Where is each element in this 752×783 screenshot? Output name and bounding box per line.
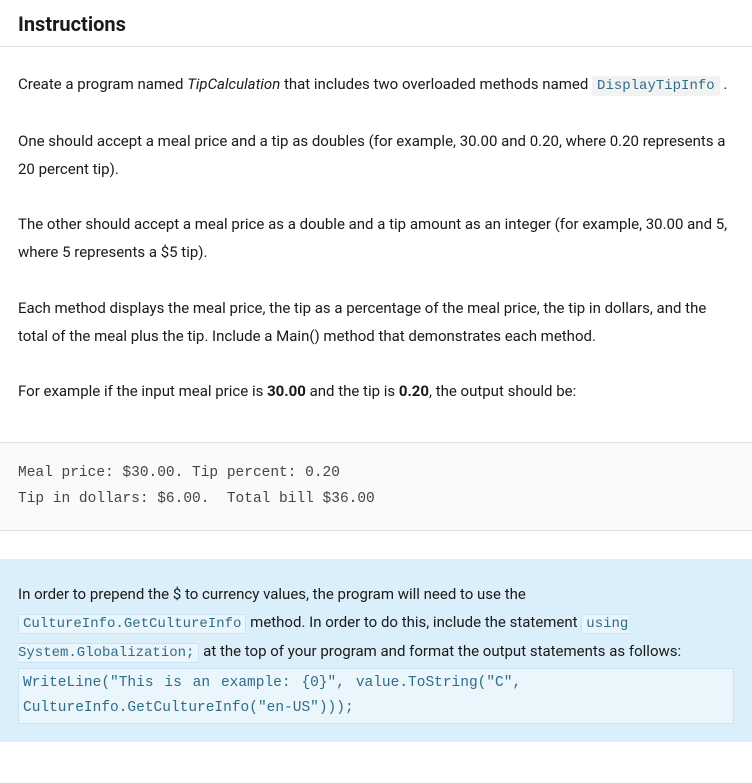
paragraph-4: Each method displays the meal price, the… bbox=[18, 295, 734, 351]
info-box: In order to prepend the $ to currency va… bbox=[0, 559, 752, 742]
text: For example if the input meal price is bbox=[18, 382, 267, 400]
bold-value: 0.20 bbox=[399, 382, 429, 400]
program-name: TipCalculation bbox=[187, 75, 280, 93]
info-paragraph: In order to prepend the $ to currency va… bbox=[18, 581, 734, 667]
text: method. In order to do this, include the… bbox=[246, 613, 581, 631]
example-output-code: Meal price: $30.00. Tip percent: 0.20 Ti… bbox=[18, 461, 734, 512]
info-code-line: WriteLine("This is an example: {0}", val… bbox=[18, 668, 734, 723]
paragraph-5: For example if the input meal price is 3… bbox=[18, 378, 734, 406]
instructions-body: Create a program named TipCalculation th… bbox=[0, 47, 752, 442]
example-output-block: Meal price: $30.00. Tip percent: 0.20 Ti… bbox=[0, 442, 752, 531]
text: Create a program named bbox=[18, 75, 187, 93]
bold-value: 30.00 bbox=[267, 382, 306, 400]
paragraph-3: The other should accept a meal price as … bbox=[18, 211, 734, 267]
instructions-header: Instructions bbox=[0, 0, 752, 47]
paragraph-2: One should accept a meal price and a tip… bbox=[18, 128, 734, 184]
inline-code: CultureInfo.GetCultureInfo bbox=[18, 614, 246, 634]
text: , the output should be: bbox=[429, 382, 576, 400]
paragraph-1: Create a program named TipCalculation th… bbox=[18, 71, 734, 100]
text: that includes two overloaded methods nam… bbox=[280, 75, 592, 93]
text: at the top of your program and format th… bbox=[199, 642, 681, 660]
text: and the tip is bbox=[306, 382, 399, 400]
text: . bbox=[720, 75, 728, 93]
text: In order to prepend the $ to currency va… bbox=[18, 585, 526, 603]
page-title: Instructions bbox=[18, 12, 734, 36]
method-name-code: DisplayTipInfo bbox=[592, 76, 720, 96]
